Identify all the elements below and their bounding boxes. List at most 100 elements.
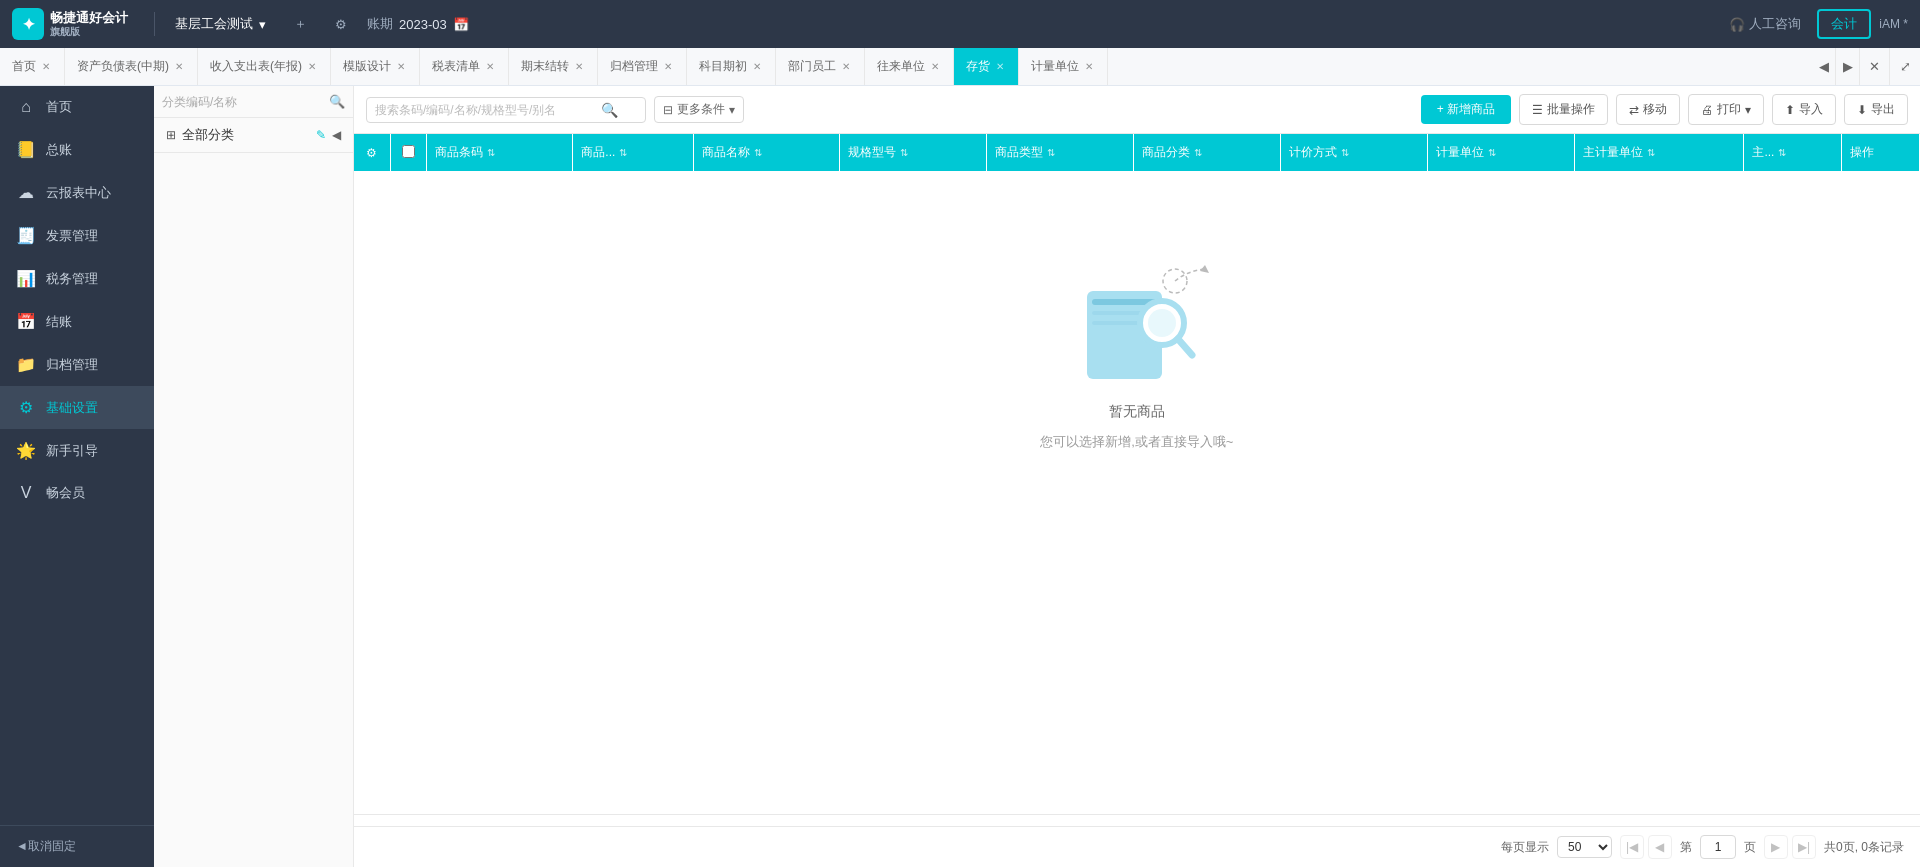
category-settings-icon[interactable]: ✎ (316, 128, 326, 142)
tab-首页[interactable]: 首页✕ (0, 48, 65, 85)
more-filter-label: 更多条件 (677, 101, 725, 118)
th-unit[interactable]: 计量单位 ⇅ (1427, 134, 1574, 171)
sort-icon-unit: ⇅ (1488, 147, 1496, 158)
move-btn[interactable]: ⇄ 移动 (1616, 94, 1680, 125)
sidebar-item-结账[interactable]: 📅结账 (0, 300, 154, 343)
sidebar-item-发票管理[interactable]: 🧾发票管理 (0, 214, 154, 257)
sidebar-item-首页[interactable]: ⌂首页 (0, 86, 154, 128)
tab-归档管理[interactable]: 归档管理✕ (598, 48, 687, 85)
category-collapse-icon[interactable]: ◀ (332, 128, 341, 142)
tab-close-icon[interactable]: ✕ (751, 60, 763, 73)
th-type[interactable]: 商品类型 ⇅ (987, 134, 1134, 171)
next-page-btn[interactable]: ▶ (1764, 835, 1788, 859)
tab-存货[interactable]: 存货 ✕ (954, 48, 1019, 85)
sidebar-item-税务管理[interactable]: 📊税务管理 (0, 257, 154, 300)
product-search-icon[interactable]: 🔍 (601, 102, 618, 118)
add-tab-btn[interactable]: ＋ (286, 11, 315, 37)
tab-close-icon[interactable]: ✕ (662, 60, 674, 73)
category-all-item[interactable]: ⊞ 全部分类 ✎ ◀ (154, 118, 353, 153)
tab-部门员工[interactable]: 部门员工✕ (776, 48, 865, 85)
tab-科目期初[interactable]: 科目期初✕ (687, 48, 776, 85)
main-layout: ⌂首页📒总账☁云报表中心🧾发票管理📊税务管理📅结账📁归档管理⚙基础设置🌟新手引导… (0, 86, 1920, 867)
tab-模版设计[interactable]: 模版设计✕ (331, 48, 420, 85)
th-barcode[interactable]: 商品条码 ⇅ (426, 134, 573, 171)
account-label: 会计 (1831, 16, 1857, 31)
tab-close-icon[interactable]: ✕ (484, 60, 496, 73)
consultation-label: 人工咨询 (1749, 15, 1801, 33)
account-button[interactable]: 会计 (1817, 9, 1871, 39)
select-all-checkbox[interactable] (402, 145, 415, 158)
tab-nav-next[interactable]: ▶ (1836, 48, 1860, 86)
tab-close-icon[interactable]: ✕ (395, 60, 407, 73)
sidebar-collapse-btn[interactable]: ◄取消固定 (0, 825, 154, 867)
settings-btn[interactable]: ⚙ (327, 13, 355, 36)
tab-expand[interactable]: ⤢ (1890, 48, 1920, 86)
tab-税表清单[interactable]: 税表清单✕ (420, 48, 509, 85)
export-btn[interactable]: ⬇ 导出 (1844, 94, 1908, 125)
sidebar-item-畅会员[interactable]: V畅会员 (0, 472, 154, 514)
tab-close-icon[interactable]: ✕ (40, 60, 52, 73)
sidebar-item-云报表中心[interactable]: ☁云报表中心 (0, 171, 154, 214)
category-search-bar: 🔍 (154, 86, 353, 118)
horizontal-scrollbar[interactable] (354, 814, 1920, 826)
th-category[interactable]: 商品分类 ⇅ (1134, 134, 1281, 171)
import-btn[interactable]: ⬆ 导入 (1772, 94, 1836, 125)
th-name[interactable]: 商品名称 ⇅ (693, 134, 840, 171)
category-search-icon[interactable]: 🔍 (329, 94, 345, 109)
company-selector[interactable]: 基层工会测试 ▾ (167, 11, 274, 37)
last-page-btn[interactable]: ▶| (1792, 835, 1816, 859)
sidebar-item-总账[interactable]: 📒总账 (0, 128, 154, 171)
product-search-input[interactable] (375, 103, 595, 117)
pagination-bar: 每页显示 50 100 200 |◀ ◀ 第 页 ▶ ▶| (354, 826, 1920, 867)
batch-label: 批量操作 (1547, 101, 1595, 118)
page-number-input[interactable] (1700, 835, 1736, 859)
headset-icon: 🎧 (1729, 17, 1745, 32)
th-barcode-label: 商品条码 (435, 144, 483, 161)
svg-rect-2 (1092, 311, 1142, 315)
th-main-unit[interactable]: 主计量单位 ⇅ (1574, 134, 1744, 171)
sidebar-bottom-label: ◄取消固定 (16, 838, 76, 855)
tab-往来单位[interactable]: 往来单位 ✕ (865, 48, 954, 85)
sidebar-item-新手引导[interactable]: 🌟新手引导 (0, 429, 154, 472)
th-code[interactable]: 商品... ⇅ (573, 134, 693, 171)
tab-close-icon[interactable]: ✕ (929, 60, 941, 73)
tab-期末结转[interactable]: 期末结转✕ (509, 48, 598, 85)
tab-收入支出表(年报)[interactable]: 收入支出表(年报)✕ (198, 48, 331, 85)
tab-nav-prev[interactable]: ◀ (1812, 48, 1836, 86)
tab-close-icon[interactable]: ✕ (306, 60, 318, 73)
th-price-method[interactable]: 计价方式 ⇅ (1280, 134, 1427, 171)
print-btn[interactable]: 🖨 打印 ▾ (1688, 94, 1764, 125)
th-main-abbr[interactable]: 主... ⇅ (1744, 134, 1841, 171)
tab-资产负债表(中期)[interactable]: 资产负债表(中期)✕ (65, 48, 198, 85)
tab-计量单位[interactable]: 计量单位✕ (1019, 48, 1108, 85)
category-all-label: 全部分类 (182, 126, 310, 144)
tab-close-icon[interactable]: ✕ (840, 60, 852, 73)
batch-operation-btn[interactable]: ☰ 批量操作 (1519, 94, 1608, 125)
page-suffix-label: 页 (1740, 839, 1760, 856)
consultation-btn[interactable]: 🎧 人工咨询 (1721, 11, 1809, 37)
more-filter-btn[interactable]: ⊟ 更多条件 ▾ (654, 96, 744, 123)
th-unit-label: 计量单位 (1436, 144, 1484, 161)
tab-label: 存货 (966, 58, 990, 75)
print-label: 打印 (1717, 101, 1741, 118)
sidebar-item-归档管理[interactable]: 📁归档管理 (0, 343, 154, 386)
th-checkbox[interactable] (390, 134, 426, 171)
th-settings[interactable]: ⚙ (354, 134, 390, 171)
calendar-icon[interactable]: 📅 (453, 17, 469, 32)
sidebar-item-基础设置[interactable]: ⚙基础设置 (0, 386, 154, 429)
tab-label: 往来单位 (877, 58, 925, 75)
tab-close-icon[interactable]: ✕ (994, 60, 1006, 73)
category-search-input[interactable] (162, 95, 325, 109)
first-page-btn[interactable]: |◀ (1620, 835, 1644, 859)
tab-close-icon[interactable]: ✕ (1083, 60, 1095, 73)
th-spec[interactable]: 规格型号 ⇅ (840, 134, 987, 171)
tab-close-icon[interactable]: ✕ (173, 60, 185, 73)
tab-close-all[interactable]: ✕ (1860, 48, 1890, 86)
tab-close-icon[interactable]: ✕ (573, 60, 585, 73)
new-product-btn[interactable]: + 新增商品 (1421, 95, 1511, 124)
top-header: ✦ 畅捷通好会计 旗舰版 基层工会测试 ▾ ＋ ⚙ 账期 2023-03 📅 🎧… (0, 0, 1920, 48)
per-page-select[interactable]: 50 100 200 (1557, 836, 1612, 858)
period-label: 账期 (367, 15, 393, 33)
prev-page-btn[interactable]: ◀ (1648, 835, 1672, 859)
batch-icon: ☰ (1532, 103, 1543, 117)
